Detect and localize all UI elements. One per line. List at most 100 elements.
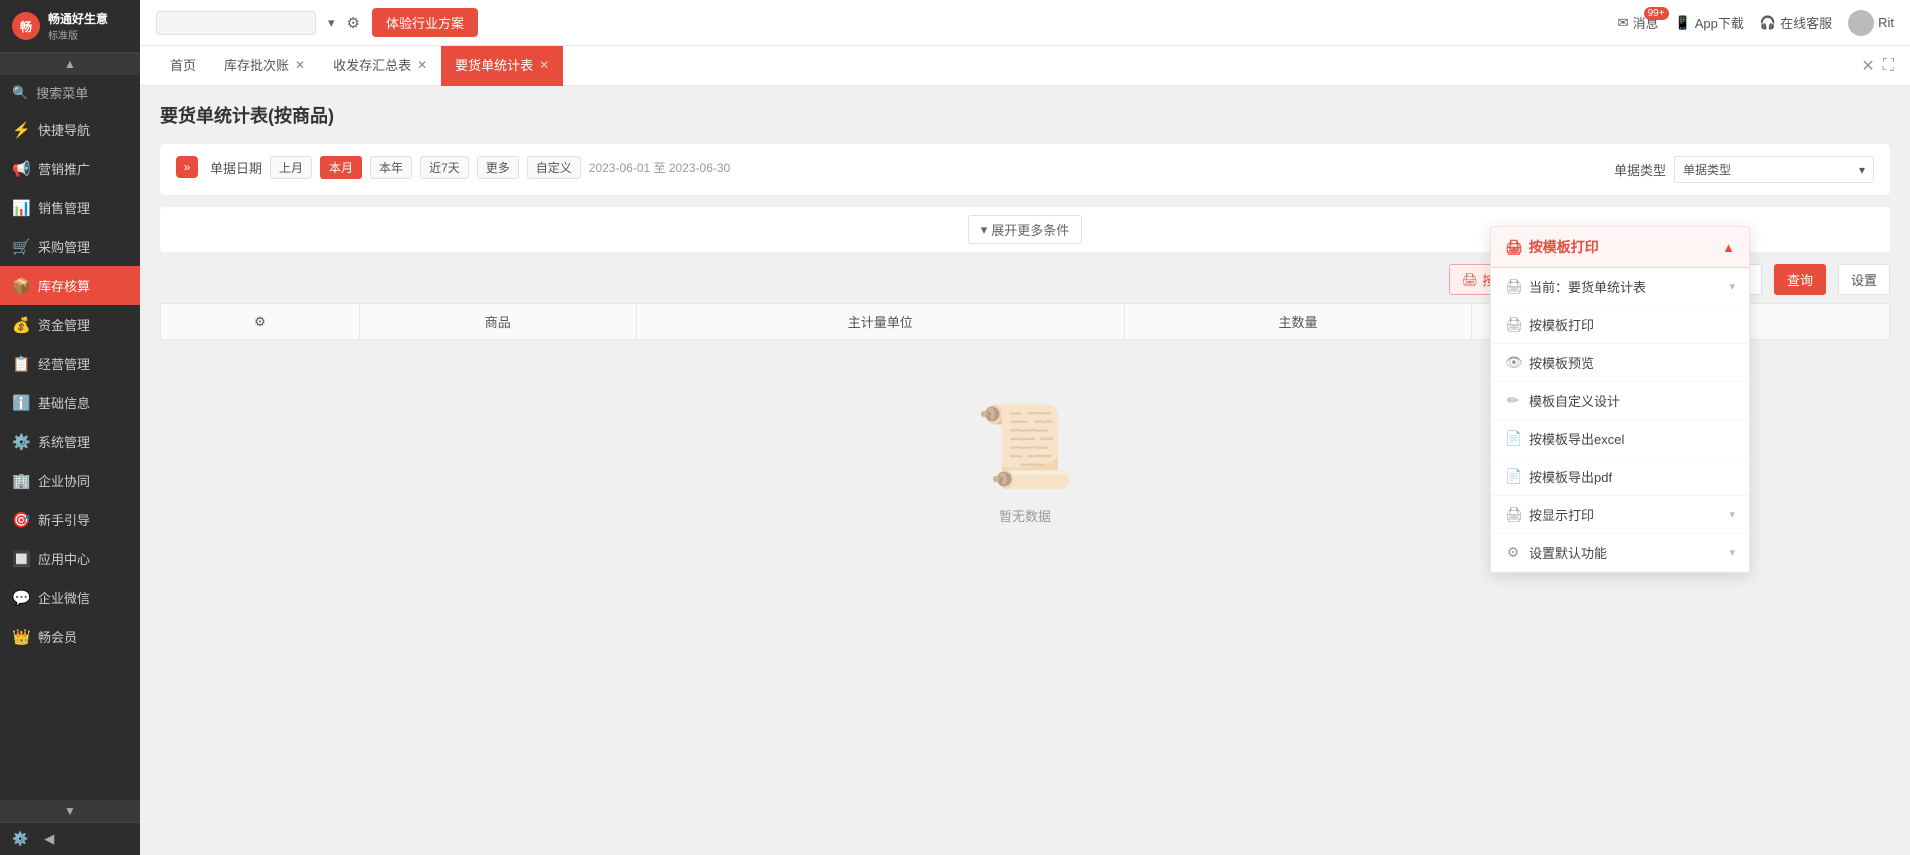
- date-btn-this-month[interactable]: 本月: [320, 156, 362, 179]
- template-preview-icon: 👁: [1505, 354, 1521, 371]
- tab-collection-summary[interactable]: 收发存汇总表 ✕: [319, 46, 441, 86]
- col-unit: 主计量单位: [636, 304, 1124, 340]
- sidebar-item-enterprise[interactable]: 🏢 企业协同: [0, 461, 140, 500]
- tab-inventory-batch-label: 库存批次账: [224, 55, 289, 74]
- tab-order-stats-close[interactable]: ✕: [539, 58, 549, 72]
- template-preview-item[interactable]: 👁 按模板预览: [1491, 344, 1749, 382]
- sidebar-item-operations[interactable]: 📋 经营管理: [0, 344, 140, 383]
- topbar-dropdown-icon[interactable]: ▾: [328, 15, 335, 31]
- expand-more-button[interactable]: ▾ 展开更多条件: [968, 215, 1083, 244]
- printer-header-icon: 🖨: [1505, 239, 1523, 256]
- tab-order-stats-label: 要货单统计表: [455, 55, 533, 74]
- sidebar-item-label: 快捷导航: [38, 120, 90, 139]
- sidebar-item-guide[interactable]: 🎯 新手引导: [0, 500, 140, 539]
- sidebar-item-system[interactable]: ⚙️ 系统管理: [0, 422, 140, 461]
- user-avatar[interactable]: Rit: [1848, 10, 1894, 36]
- date-range-display: 2023-06-01 至 2023-06-30: [589, 159, 730, 176]
- sidebar-item-quick-nav[interactable]: ⚡ 快捷导航: [0, 110, 140, 149]
- sidebar-item-label: 应用中心: [38, 549, 90, 568]
- type-filter-chevron: ▾: [1859, 163, 1865, 177]
- app-center-icon: 🔲: [12, 550, 30, 568]
- template-export-pdf-icon: 📄: [1505, 468, 1521, 485]
- expand-more-label: 展开更多条件: [991, 220, 1069, 239]
- date-btn-custom[interactable]: 自定义: [527, 156, 581, 179]
- sidebar-item-marketing[interactable]: 📢 营销推广: [0, 149, 140, 188]
- sidebar-item-purchase[interactable]: 🛒 采购管理: [0, 227, 140, 266]
- enterprise-wechat-icon: 💬: [12, 589, 30, 607]
- sidebar-logo: 畅 畅通好生意 标准版: [0, 0, 140, 53]
- type-filter-row: 单据类型 单据类型 ▾: [1614, 156, 1874, 183]
- date-btn-7days[interactable]: 近7天: [420, 156, 469, 179]
- trial-button[interactable]: 体验行业方案: [372, 8, 478, 37]
- sidebar-search-label: 搜索菜单: [36, 83, 88, 102]
- date-btn-last-month[interactable]: 上月: [270, 156, 312, 179]
- tabs-expand-icon[interactable]: ⛶: [1883, 57, 1894, 75]
- query-button[interactable]: 查询: [1774, 264, 1826, 295]
- dropdown-close-arrow[interactable]: ▲: [1722, 240, 1735, 255]
- sidebar-scroll-up[interactable]: ▲: [0, 53, 140, 75]
- template-print-item[interactable]: 🖨 按模板打印: [1491, 306, 1749, 344]
- tab-collection-summary-close[interactable]: ✕: [417, 58, 427, 72]
- set-default-section[interactable]: ⚙ 设置默认功能 ▾: [1491, 534, 1749, 572]
- type-filter-select[interactable]: 单据类型 ▾: [1674, 156, 1874, 183]
- template-custom-item[interactable]: ✏ 模板自定义设计: [1491, 382, 1749, 420]
- tab-inventory-batch[interactable]: 库存批次账 ✕: [210, 46, 319, 86]
- sidebar-item-label: 销售管理: [38, 198, 90, 217]
- sidebar-item-label: 新手引导: [38, 510, 90, 529]
- sidebar-settings-icon[interactable]: ⚙️: [12, 831, 28, 847]
- basic-info-icon: ℹ️: [12, 394, 30, 412]
- settings-button[interactable]: 设置: [1838, 264, 1890, 295]
- tab-inventory-batch-close[interactable]: ✕: [295, 58, 305, 72]
- current-template-label: 当前：要货单统计表: [1529, 277, 1721, 296]
- sidebar-item-label: 营销推广: [38, 159, 90, 178]
- set-default-label: 设置默认功能: [1529, 543, 1721, 562]
- dropdown-popup-header: 🖨 按模板打印 ▲: [1491, 227, 1749, 268]
- tab-order-stats[interactable]: 要货单统计表 ✕: [441, 46, 563, 86]
- topbar-search-input[interactable]: [156, 11, 316, 35]
- sidebar-collapse-icon[interactable]: ◀: [44, 831, 54, 847]
- sidebar-item-label: 采购管理: [38, 237, 90, 256]
- topbar-right: ✉ 消息 99+ 📱 App下载 🎧 在线客服 Rit: [1618, 10, 1894, 36]
- template-export-pdf-item[interactable]: 📄 按模板导出pdf: [1491, 458, 1749, 496]
- template-export-excel-icon: 📄: [1505, 430, 1521, 447]
- sidebar-item-enterprise-wechat[interactable]: 💬 企业微信: [0, 578, 140, 617]
- app-logo-icon: 畅: [12, 12, 40, 40]
- phone-icon: 📱: [1675, 15, 1691, 31]
- template-preview-label: 按模板预览: [1529, 353, 1594, 372]
- current-chevron-icon: ▾: [1729, 280, 1735, 293]
- sidebar-item-label: 企业微信: [38, 588, 90, 607]
- settings-label: 设置: [1851, 270, 1877, 289]
- topbar-gear-icon[interactable]: ⚙: [347, 14, 360, 32]
- page-title: 要货单统计表(按商品): [160, 102, 1890, 128]
- display-print-section[interactable]: 🖨 按显示打印 ▾: [1491, 496, 1749, 534]
- online-service-button[interactable]: 🎧 在线客服: [1760, 13, 1832, 32]
- messages-button[interactable]: ✉ 消息 99+: [1618, 13, 1659, 32]
- sidebar-scroll-down[interactable]: ▼: [0, 800, 140, 822]
- sidebar-item-sales[interactable]: 📊 销售管理: [0, 188, 140, 227]
- enterprise-icon: 🏢: [12, 472, 30, 490]
- sidebar-item-label: 基础信息: [38, 393, 90, 412]
- sidebar-search[interactable]: 🔍 搜索菜单: [0, 75, 140, 110]
- expand-down-icon: ▾: [981, 222, 988, 238]
- template-export-pdf-label: 按模板导出pdf: [1529, 467, 1612, 486]
- sidebar-item-basic-info[interactable]: ℹ️ 基础信息: [0, 383, 140, 422]
- online-service-label: 在线客服: [1780, 13, 1832, 32]
- sidebar-item-finance[interactable]: 💰 资金管理: [0, 305, 140, 344]
- date-btn-this-year[interactable]: 本年: [370, 156, 412, 179]
- date-btn-more[interactable]: 更多: [477, 156, 519, 179]
- sidebar-item-app-center[interactable]: 🔲 应用中心: [0, 539, 140, 578]
- col-settings[interactable]: ⚙: [161, 304, 360, 340]
- sidebar-bottom: ⚙️ ◀: [0, 822, 140, 855]
- tabs-close-icon[interactable]: ✕: [1861, 56, 1874, 76]
- sidebar-item-member[interactable]: 👑 畅会员: [0, 617, 140, 656]
- sidebar-item-inventory[interactable]: 📦 库存核算: [0, 266, 140, 305]
- col-quantity: 主数量: [1124, 304, 1471, 340]
- template-export-excel-item[interactable]: 📄 按模板导出excel: [1491, 420, 1749, 458]
- inventory-icon: 📦: [12, 277, 30, 295]
- app-download-button[interactable]: 📱 App下载: [1675, 13, 1744, 32]
- filter-expand-button[interactable]: »: [176, 156, 198, 178]
- guide-icon: 🎯: [12, 511, 30, 529]
- tab-home[interactable]: 首页: [156, 46, 210, 86]
- topbar: ▾ ⚙ 体验行业方案 ✉ 消息 99+ 📱 App下载 🎧 在线客服 Rit: [140, 0, 1910, 46]
- headset-icon: 🎧: [1760, 15, 1776, 31]
